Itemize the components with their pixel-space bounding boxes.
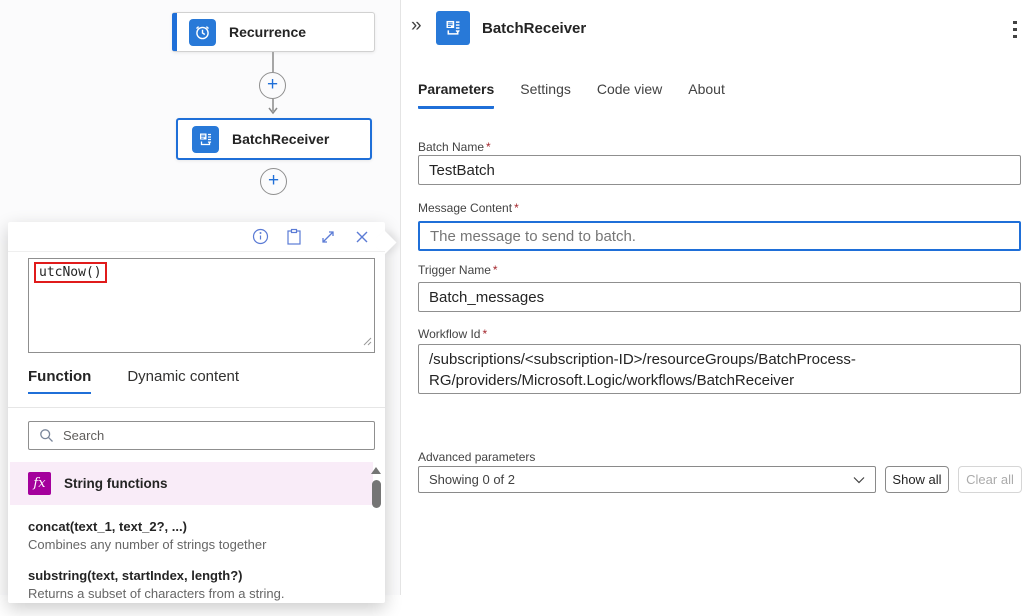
message-content-input[interactable]	[418, 221, 1021, 251]
fx-icon: fx	[28, 472, 51, 495]
label-text: Message Content	[418, 201, 512, 215]
tab-parameters[interactable]: Parameters	[418, 81, 494, 109]
function-signature: concat(text_1, text_2?, ...)	[28, 518, 358, 536]
required-asterisk: *	[486, 140, 491, 154]
dropdown-value: Showing 0 of 2	[429, 472, 515, 487]
function-item-concat[interactable]: concat(text_1, text_2?, ...) Combines an…	[28, 518, 358, 554]
label-text: Workflow Id	[418, 327, 480, 341]
connector-line-top	[272, 52, 274, 72]
collapse-panel-icon[interactable]: »	[411, 15, 422, 37]
info-icon[interactable]	[251, 228, 269, 246]
panel-title: BatchReceiver	[482, 20, 586, 37]
tab-function[interactable]: Function	[28, 368, 91, 394]
label-text: Batch Name	[418, 140, 484, 154]
search-icon	[39, 428, 54, 443]
tab-settings[interactable]: Settings	[520, 81, 571, 109]
function-list-scrollbar[interactable]	[370, 465, 382, 600]
expression-input[interactable]: utcNow()	[28, 258, 375, 353]
batch-receiver-icon	[192, 126, 219, 153]
batch-name-input[interactable]	[418, 155, 1021, 185]
required-asterisk: *	[514, 201, 519, 215]
node-recurrence[interactable]: Recurrence	[172, 12, 375, 52]
resize-grip-icon[interactable]	[362, 335, 372, 350]
panel-tabs: Parameters Settings Code view About	[418, 81, 725, 109]
more-options-icon[interactable]	[1007, 17, 1023, 42]
tabs-divider	[8, 407, 385, 408]
function-group-label: String functions	[64, 476, 168, 491]
function-item-substring[interactable]: substring(text, startIndex, length?) Ret…	[28, 567, 358, 603]
scrollbar-thumb[interactable]	[372, 480, 381, 508]
search-input[interactable]	[63, 428, 374, 443]
expression-toolbar	[8, 222, 385, 252]
expand-icon[interactable]	[319, 228, 337, 246]
recurrence-clock-icon	[189, 19, 216, 46]
required-asterisk: *	[493, 263, 498, 277]
label-text: Trigger Name	[418, 263, 491, 277]
batch-name-label: Batch Name*	[418, 140, 1021, 154]
required-asterisk: *	[482, 327, 487, 341]
expression-code-annotated: utcNow()	[34, 262, 107, 283]
advanced-parameters-dropdown[interactable]: Showing 0 of 2	[418, 466, 876, 493]
copy-icon[interactable]	[285, 228, 303, 246]
tab-about[interactable]: About	[688, 81, 725, 109]
insert-step-button-1[interactable]: +	[259, 72, 286, 99]
node-accent-bar	[172, 13, 177, 51]
tab-code-view[interactable]: Code view	[597, 81, 662, 109]
insert-step-button-2[interactable]: +	[260, 168, 287, 195]
scroll-up-arrow-icon[interactable]	[371, 467, 381, 474]
function-search-box[interactable]	[28, 421, 375, 450]
expression-tabs: Function Dynamic content	[28, 368, 239, 394]
chevron-down-icon	[853, 472, 865, 487]
node-batch-receiver[interactable]: BatchReceiver	[176, 118, 372, 160]
workflow-id-input[interactable]: /subscriptions/<subscription-ID>/resourc…	[418, 344, 1021, 394]
function-group-string-functions[interactable]: fx String functions	[10, 462, 373, 505]
function-signature: substring(text, startIndex, length?)	[28, 567, 358, 585]
connector-arrowhead-icon	[268, 107, 278, 117]
function-description: Returns a subset of characters from a st…	[28, 585, 358, 603]
function-list: concat(text_1, text_2?, ...) Combines an…	[28, 518, 358, 616]
close-icon[interactable]	[353, 228, 371, 246]
trigger-name-label: Trigger Name*	[418, 263, 1021, 277]
show-all-button[interactable]: Show all	[885, 466, 949, 493]
batch-receiver-panel-icon	[436, 11, 470, 45]
message-content-label: Message Content*	[418, 201, 1021, 215]
node-recurrence-label: Recurrence	[229, 24, 306, 40]
clear-all-button[interactable]: Clear all	[958, 466, 1022, 493]
tab-dynamic-content[interactable]: Dynamic content	[127, 368, 239, 394]
advanced-parameters-label: Advanced parameters	[418, 450, 535, 464]
panel-header: » BatchReceiver	[401, 0, 1030, 56]
operation-details-panel: » BatchReceiver Parameters Settings Code…	[400, 0, 1030, 595]
expression-editor-callout: utcNow() Function Dynamic content fx Str…	[8, 222, 385, 603]
trigger-name-input[interactable]	[418, 282, 1021, 312]
function-description: Combines any number of strings together	[28, 536, 358, 554]
workflow-id-label: Workflow Id*	[418, 327, 1021, 341]
node-batch-receiver-label: BatchReceiver	[232, 131, 329, 147]
